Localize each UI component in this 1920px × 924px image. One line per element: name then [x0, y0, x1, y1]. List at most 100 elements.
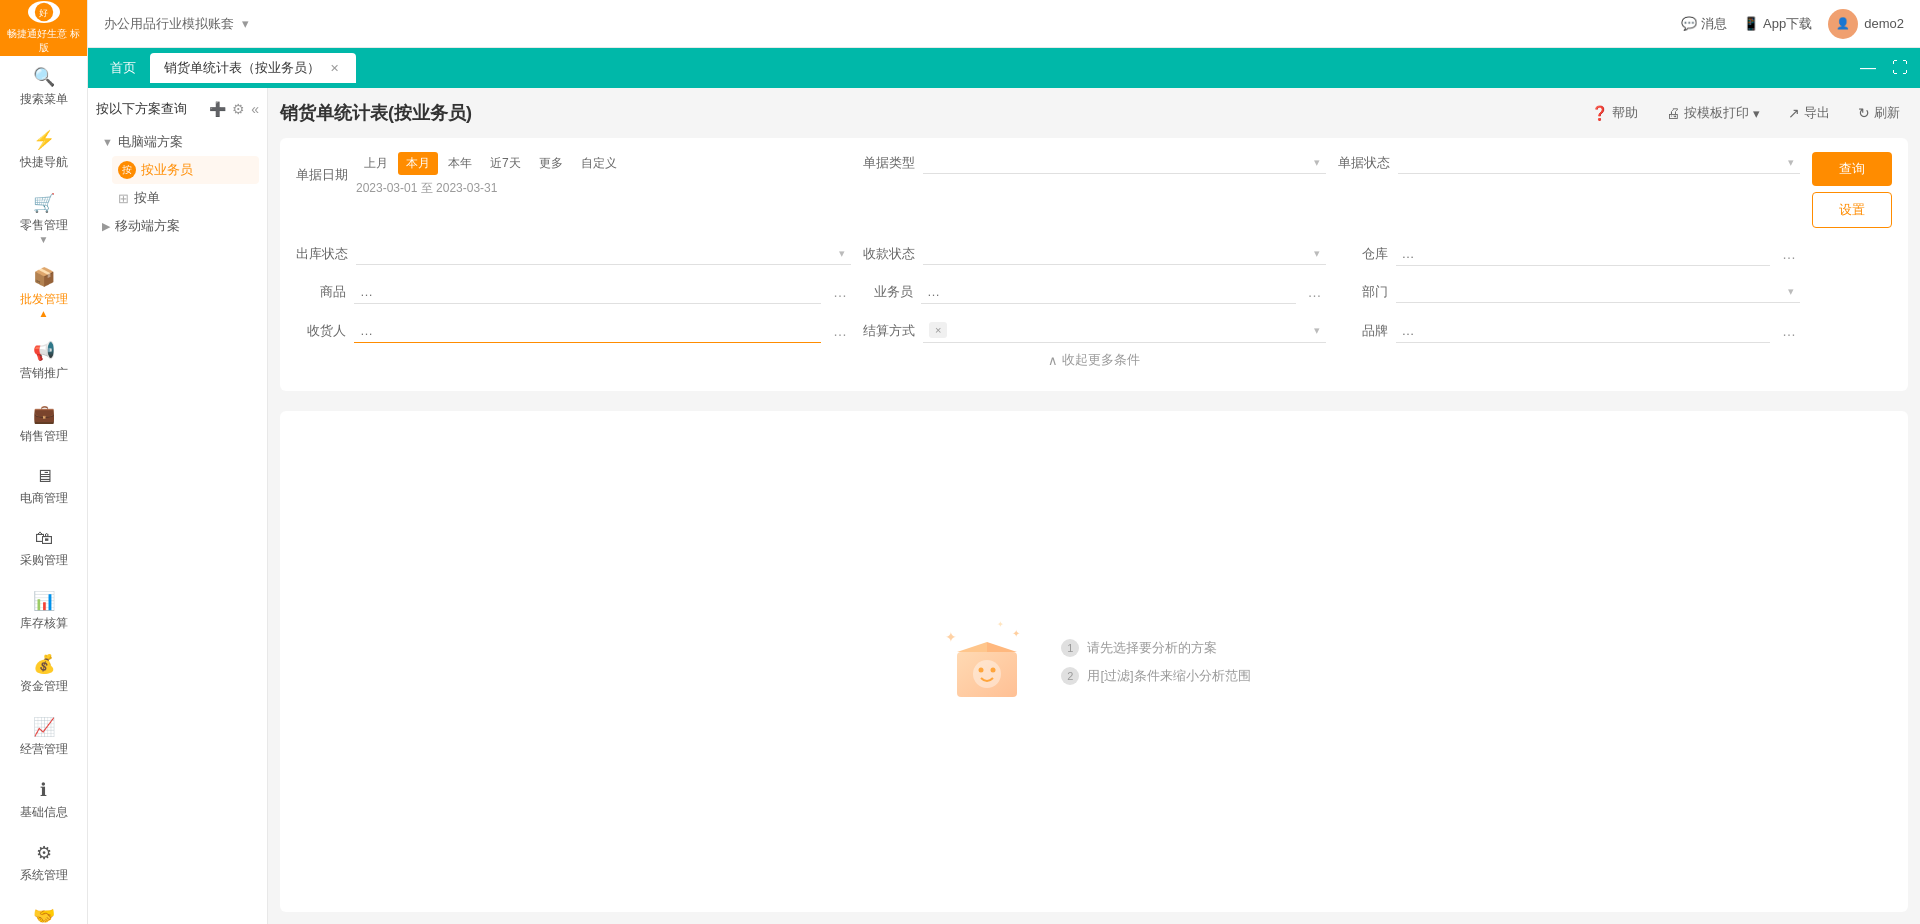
sidebar-item-cooperation[interactable]: 🤝 企业协同 — [0, 895, 87, 924]
sidebar-item-purchase[interactable]: 🛍 采购管理 — [0, 518, 87, 580]
svg-point-5 — [973, 660, 1001, 688]
panel-title: 按以下方案查询 — [96, 100, 187, 118]
department-select[interactable]: ▾ — [1396, 281, 1801, 303]
date-tab-last-month[interactable]: 上月 — [356, 152, 396, 175]
tab-sales-stat-label: 销货单统计表（按业务员） — [164, 59, 320, 77]
brand-dots[interactable]: … — [1778, 323, 1800, 339]
refresh-btn[interactable]: ↻ 刷新 — [1850, 100, 1908, 126]
order-type-select[interactable]: ▾ — [923, 152, 1326, 174]
out-status-label: 出库状态 — [296, 245, 348, 263]
sidebar-item-finance[interactable]: 💰 资金管理 — [0, 643, 87, 706]
svg-text:✦: ✦ — [1012, 628, 1020, 639]
settings-button[interactable]: 设置 — [1812, 192, 1892, 228]
help-btn[interactable]: ❓ 帮助 — [1583, 100, 1646, 126]
collapse-bar[interactable]: ∧ 收起更多条件 — [296, 343, 1892, 377]
tab-close-icon[interactable]: ✕ — [326, 60, 342, 76]
app-download-icon: 📱 — [1743, 16, 1759, 31]
settlement-chevron: ▾ — [1314, 324, 1320, 337]
payment-status-select[interactable]: ▾ — [923, 243, 1326, 265]
workspace-dropdown-icon[interactable]: ▾ — [242, 16, 249, 31]
user-btn[interactable]: 👤 demo2 — [1828, 9, 1904, 39]
collapse-icon: ∧ — [1048, 353, 1058, 368]
minimize-btn[interactable]: — — [1856, 55, 1880, 81]
inventory-icon: 📊 — [33, 590, 55, 612]
refresh-label: 刷新 — [1874, 104, 1900, 122]
panel-collapse-icon[interactable]: « — [251, 101, 259, 117]
sidebar-item-sales[interactable]: 💼 销售管理 — [0, 393, 87, 456]
sidebar-item-inventory[interactable]: 📊 库存核算 — [0, 580, 87, 643]
salesperson-input[interactable] — [921, 280, 1296, 304]
out-status-select[interactable]: ▾ — [356, 243, 851, 265]
app-download-label: App下载 — [1763, 15, 1812, 33]
empty-state-content: ✦ ✦ ✦ 1 请先选择要分析的方案 2 用[过滤]条件来缩小分析范围 — [937, 612, 1250, 712]
settlement-select[interactable]: × ▾ — [923, 318, 1326, 343]
sidebar-item-ecommerce[interactable]: 🖥 电商管理 — [0, 456, 87, 518]
sidebar-item-quicknav[interactable]: ⚡ 快捷导航 — [0, 119, 87, 182]
sidebar-item-system[interactable]: ⚙ 系统管理 — [0, 832, 87, 895]
tab-home[interactable]: 首页 — [96, 53, 150, 83]
warehouse-input[interactable] — [1396, 242, 1771, 266]
payment-status-chevron: ▾ — [1314, 247, 1320, 260]
export-btn[interactable]: ↗ 导出 — [1780, 100, 1838, 126]
avatar: 👤 — [1828, 9, 1858, 39]
panel-settings-icon[interactable]: ⚙ — [232, 101, 245, 117]
cooperation-icon: 🤝 — [33, 905, 55, 924]
sidebar-logo: 好 畅捷通好生意 标版 — [0, 0, 88, 56]
product-input[interactable] — [354, 280, 821, 304]
brand-input[interactable] — [1396, 319, 1771, 343]
sidebar-label-search: 搜索菜单 — [20, 91, 68, 108]
date-tab-more[interactable]: 更多 — [531, 152, 571, 175]
finance-icon: 💰 — [33, 653, 55, 675]
tree-circle-icon: 按 — [118, 161, 136, 179]
svg-point-7 — [991, 667, 996, 672]
sidebar-item-basic[interactable]: ℹ 基础信息 — [0, 769, 87, 832]
tab-sales-stat[interactable]: 销货单统计表（按业务员） ✕ — [150, 53, 356, 83]
empty-state: ✦ ✦ ✦ 1 请先选择要分析的方案 2 用[过滤]条件来缩小分析范围 — [280, 411, 1908, 912]
retail-arrow: ▼ — [39, 234, 49, 245]
warehouse-dots[interactable]: … — [1778, 246, 1800, 262]
sidebar-item-wholesale[interactable]: 📦 批发管理 ▲ — [0, 256, 87, 330]
tree-item-order-label: 按单 — [134, 189, 160, 207]
sidebar-item-search[interactable]: 🔍 搜索菜单 — [0, 56, 87, 119]
filter-area: 单据日期 上月 本月 本年 近7天 更多 自定义 2023-03-01 至 20… — [280, 138, 1908, 391]
tree-item-by-order[interactable]: ⊞ 按单 — [112, 184, 259, 212]
date-tab-custom[interactable]: 自定义 — [573, 152, 625, 175]
consignee-input[interactable] — [354, 319, 821, 343]
maximize-btn[interactable]: ⛶ — [1888, 55, 1912, 81]
empty-text: 1 请先选择要分析的方案 2 用[过滤]条件来缩小分析范围 — [1061, 639, 1250, 685]
message-label: 消息 — [1701, 15, 1727, 33]
sidebar-item-marketing[interactable]: 📢 营销推广 — [0, 330, 87, 393]
query-button[interactable]: 查询 — [1812, 152, 1892, 186]
help-label: 帮助 — [1612, 104, 1638, 122]
tab-bar-right: — ⛶ — [1856, 55, 1912, 81]
consignee-dots[interactable]: … — [829, 323, 851, 339]
salesperson-dots[interactable]: … — [1304, 284, 1326, 300]
page-title-bar: 销货单统计表(按业务员) ❓ 帮助 🖨 按模板打印 ▾ ↗ 导出 — [280, 100, 1908, 126]
group-icon: ⊞ — [118, 191, 129, 206]
print-btn[interactable]: 🖨 按模板打印 ▾ — [1658, 100, 1768, 126]
tab-bar: 首页 销货单统计表（按业务员） ✕ — ⛶ — [88, 48, 1920, 88]
settlement-clear-icon[interactable]: × — [935, 324, 941, 336]
out-status-chevron: ▾ — [839, 247, 845, 260]
order-status-select[interactable]: ▾ — [1398, 152, 1801, 174]
query-actions: 查询 设置 — [1812, 152, 1892, 228]
tree-item-by-salesperson[interactable]: 按 按业务员 — [112, 156, 259, 184]
retail-icon: 🛒 — [33, 192, 55, 214]
tree-mobile[interactable]: ▶ 移动端方案 — [96, 212, 259, 240]
sidebar-item-operations[interactable]: 📈 经营管理 — [0, 706, 87, 769]
sales-icon: 💼 — [33, 403, 55, 425]
app-download-btn[interactable]: 📱 App下载 — [1743, 15, 1812, 33]
panel-add-icon[interactable]: ➕ — [209, 101, 226, 117]
tree-desktop[interactable]: ▼ 电脑端方案 — [96, 128, 259, 156]
svg-point-6 — [979, 667, 984, 672]
product-dots[interactable]: … — [829, 284, 851, 300]
date-tab-7days[interactable]: 近7天 — [482, 152, 529, 175]
sidebar-label-system: 系统管理 — [20, 867, 68, 884]
panel-header-icons: ➕ ⚙ « — [209, 101, 259, 117]
message-btn[interactable]: 💬 消息 — [1681, 15, 1727, 33]
sidebar-item-retail[interactable]: 🛒 零售管理 ▼ — [0, 182, 87, 256]
date-tab-this-year[interactable]: 本年 — [440, 152, 480, 175]
sidebar-label-sales: 销售管理 — [20, 428, 68, 445]
date-tab-this-month[interactable]: 本月 — [398, 152, 438, 175]
svg-marker-4 — [987, 642, 1017, 652]
